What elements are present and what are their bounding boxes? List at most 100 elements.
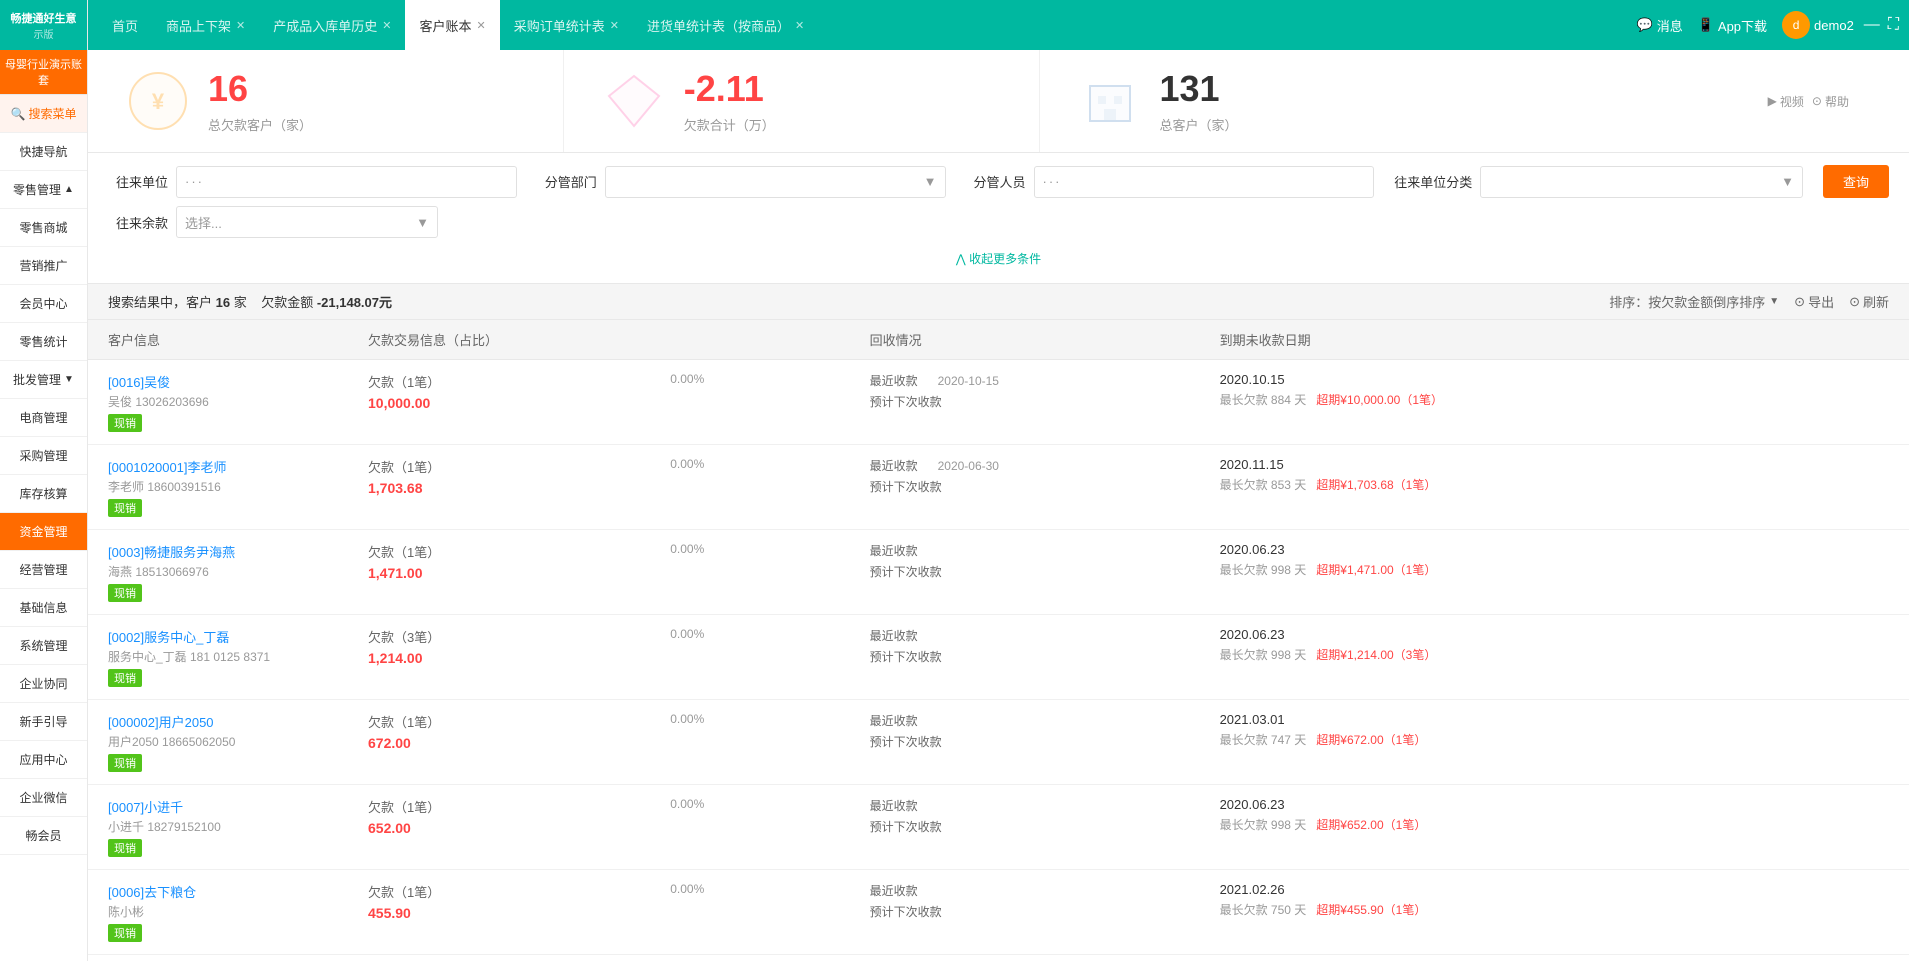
table-row: [000002]用户2050 用户2050 18665062050 现销 欠款（… [88, 700, 1909, 785]
cell-debt-count: 欠款（1笔） 429.00 [348, 955, 650, 961]
customer-contact: 海燕 18513066976 [108, 563, 328, 580]
collapse-bar[interactable]: ⋀ 收起更多条件 [108, 246, 1889, 271]
debt-percent-value: 0.00% [670, 627, 829, 641]
customer-contact: 吴俊 13026203696 [108, 393, 328, 410]
filter-manager-input[interactable]: ··· [1034, 166, 1375, 198]
filter-manager-label: 分管人员 [966, 172, 1026, 191]
filter-category: 往来单位分类 ▼ [1394, 166, 1803, 198]
help-icon: ⊙ [1812, 94, 1822, 108]
filter-supplier-input[interactable]: ··· [176, 166, 517, 198]
tab-close-icon2[interactable]: ✕ [382, 19, 391, 32]
cell-debt-percent: 0.00% [650, 530, 849, 615]
sidebar-item-search[interactable]: 🔍 搜索菜单 [0, 95, 87, 133]
cell-debt-percent: 0.00% [650, 445, 849, 530]
tab-purchase-product-stats[interactable]: 进货单统计表（按商品） ✕ [633, 0, 818, 50]
filter-category-select[interactable]: ▼ [1480, 166, 1803, 198]
filter-supplier-label: 往来单位 [108, 172, 168, 191]
next-collection-label: 预计下次收款 [870, 395, 942, 409]
debt-amount-value: 1,214.00 [368, 650, 630, 666]
customer-name-link[interactable]: [000002]用户2050 [108, 712, 328, 731]
sidebar-item-purchase[interactable]: 采购管理 [0, 437, 87, 475]
debt-amount-value: 455.90 [368, 905, 630, 921]
tab-purchase-stats[interactable]: 采购订单统计表 ✕ [500, 0, 633, 50]
table-row: [0016]吴俊 吴俊 13026203696 现销 欠款（1笔） 10,000… [88, 360, 1909, 445]
customer-name-link[interactable]: [0016]吴俊 [108, 372, 328, 391]
customer-name-link[interactable]: [0001020001]李老师 [108, 457, 328, 476]
next-collection-label: 预计下次收款 [870, 480, 942, 494]
sidebar-item-quick-nav[interactable]: 快捷导航 [0, 133, 87, 171]
table-row: [0002]服务中心_丁磊 服务中心_丁磊 181 0125 8371 现销 欠… [88, 615, 1909, 700]
sidebar-item-retail-mall[interactable]: 零售商城 [0, 209, 87, 247]
sidebar-item-enterprise-wechat[interactable]: 企业微信 [0, 779, 87, 817]
sidebar-item-retail-stats[interactable]: 零售统计 [0, 323, 87, 361]
customer-contact: 用户2050 18665062050 [108, 733, 328, 750]
sidebar-item-beginner[interactable]: 新手引导 [0, 703, 87, 741]
overdue-link[interactable]: 超期¥1,214.00（3笔） [1316, 648, 1436, 662]
customer-name-link[interactable]: [0006]去下粮仓 [108, 882, 328, 901]
tab-home[interactable]: 首页 [98, 0, 152, 50]
sidebar-item-operations[interactable]: 经营管理 [0, 551, 87, 589]
tab-product-listing[interactable]: 商品上下架 ✕ [152, 0, 259, 50]
app-download-btn[interactable]: 📱 App下载 [1698, 16, 1767, 35]
main-content: 首页 商品上下架 ✕ 产成品入库单历史 ✕ 客户账本 ✕ 采购订单统计表 ✕ [88, 0, 1909, 961]
customer-name-link[interactable]: [0002]服务中心_丁磊 [108, 627, 328, 646]
tab-close-icon[interactable]: ✕ [236, 19, 245, 32]
recovery-label: 最近收款 [870, 797, 918, 814]
overdue-link[interactable]: 超期¥652.00（1笔） [1316, 818, 1426, 832]
sidebar-item-marketing[interactable]: 营销推广 [0, 247, 87, 285]
logo-text: 畅捷通好生意 [9, 10, 78, 26]
refresh-btn[interactable]: ⊙ 刷新 [1849, 292, 1889, 311]
stat-info-total-debt: -2.11 欠款合计（万） [684, 68, 775, 134]
recovery-label: 最近收款 [870, 542, 918, 559]
overdue-link[interactable]: 超期¥10,000.00（1笔） [1316, 393, 1443, 407]
tab-close-icon4[interactable]: ✕ [610, 19, 619, 32]
cell-recovery: 最近收款 预计下次收款 [850, 615, 1200, 700]
debt-amount-value: 10,000.00 [368, 395, 630, 411]
tab-close-icon5[interactable]: ✕ [795, 19, 804, 32]
cell-customer-info: [000001]黄思源 黄思源 13552700226 现销 [88, 955, 348, 961]
view-video-btn[interactable]: ▶ 视频 [1768, 93, 1804, 110]
cell-debt-count: 欠款（1笔） 10,000.00 [348, 360, 650, 445]
sidebar-item-app-center[interactable]: 应用中心 [0, 741, 87, 779]
cell-due-date: 2020.06.23 最长欠款 998 天 超期¥652.00（1笔） [1200, 785, 1909, 870]
sidebar-item-system[interactable]: 系统管理 [0, 627, 87, 665]
table-row: [0006]去下粮仓 陈小彬 现销 欠款（1笔） 455.90 0.00% 最近… [88, 870, 1909, 955]
sort-select[interactable]: 排序：按欠款金额倒序排序 ▼ [1609, 292, 1779, 311]
message-btn[interactable]: 💬 消息 [1637, 16, 1683, 35]
overdue-detail: 最长欠款 998 天 超期¥1,214.00（3笔） [1220, 646, 1889, 663]
debt-percent-value: 0.00% [670, 882, 829, 896]
overdue-detail: 最长欠款 998 天 超期¥1,471.00（1笔） [1220, 561, 1889, 578]
overdue-link[interactable]: 超期¥455.90（1笔） [1316, 903, 1426, 917]
cell-recovery: 最近收款 预计下次收款 [850, 530, 1200, 615]
tab-close-icon3[interactable]: ✕ [477, 19, 486, 32]
overdue-detail: 最长欠款 750 天 超期¥455.90（1笔） [1220, 901, 1889, 918]
filter-dept-select[interactable]: ▼ [605, 166, 946, 198]
export-btn[interactable]: ⊙ 导出 [1794, 292, 1834, 311]
tab-customer-ledger[interactable]: 客户账本 ✕ [405, 0, 499, 50]
cell-customer-info: [0003]畅捷服务尹海燕 海燕 18513066976 现销 [88, 530, 348, 615]
maximize-btn[interactable]: ⛶ [1888, 16, 1899, 34]
table-row: [0001020001]李老师 李老师 18600391516 现销 欠款（1笔… [88, 445, 1909, 530]
customer-name-link[interactable]: [0007]小进千 [108, 797, 328, 816]
topbar: 首页 商品上下架 ✕ 产成品入库单历史 ✕ 客户账本 ✕ 采购订单统计表 ✕ [88, 0, 1909, 50]
search-button[interactable]: 查询 [1823, 165, 1889, 198]
minimize-btn[interactable]: — [1864, 16, 1880, 34]
sidebar-item-enterprise-collab[interactable]: 企业协同 [0, 665, 87, 703]
tab-product-history[interactable]: 产成品入库单历史 ✕ [259, 0, 405, 50]
customer-name-link[interactable]: [0003]畅捷服务尹海燕 [108, 542, 328, 561]
overdue-link[interactable]: 超期¥1,471.00（1笔） [1316, 563, 1436, 577]
sidebar-item-finance[interactable]: 资金管理 [0, 513, 87, 551]
sidebar-item-member-center[interactable]: 会员中心 [0, 285, 87, 323]
help-btn[interactable]: ⊙ 帮助 [1812, 93, 1849, 110]
sidebar-item-retail-mgmt[interactable]: 零售管理 ▲ [0, 171, 87, 209]
user-menu[interactable]: d demo2 [1782, 11, 1854, 39]
filter-balance-select[interactable]: 选择... ▼ [176, 206, 438, 238]
overdue-link[interactable]: 超期¥672.00（1笔） [1316, 733, 1426, 747]
sidebar-item-ecommerce[interactable]: 电商管理 [0, 399, 87, 437]
sidebar-item-wholesale-mgmt[interactable]: 批发管理 ▼ [0, 361, 87, 399]
sidebar-item-basic-info[interactable]: 基础信息 [0, 589, 87, 627]
sidebar-item-inventory[interactable]: 库存核算 [0, 475, 87, 513]
overdue-link[interactable]: 超期¥1,703.68（1笔） [1316, 478, 1436, 492]
table-row: [0007]小进千 小进千 18279152100 现销 欠款（1笔） 652.… [88, 785, 1909, 870]
sidebar-item-chang-member[interactable]: 畅会员 [0, 817, 87, 855]
